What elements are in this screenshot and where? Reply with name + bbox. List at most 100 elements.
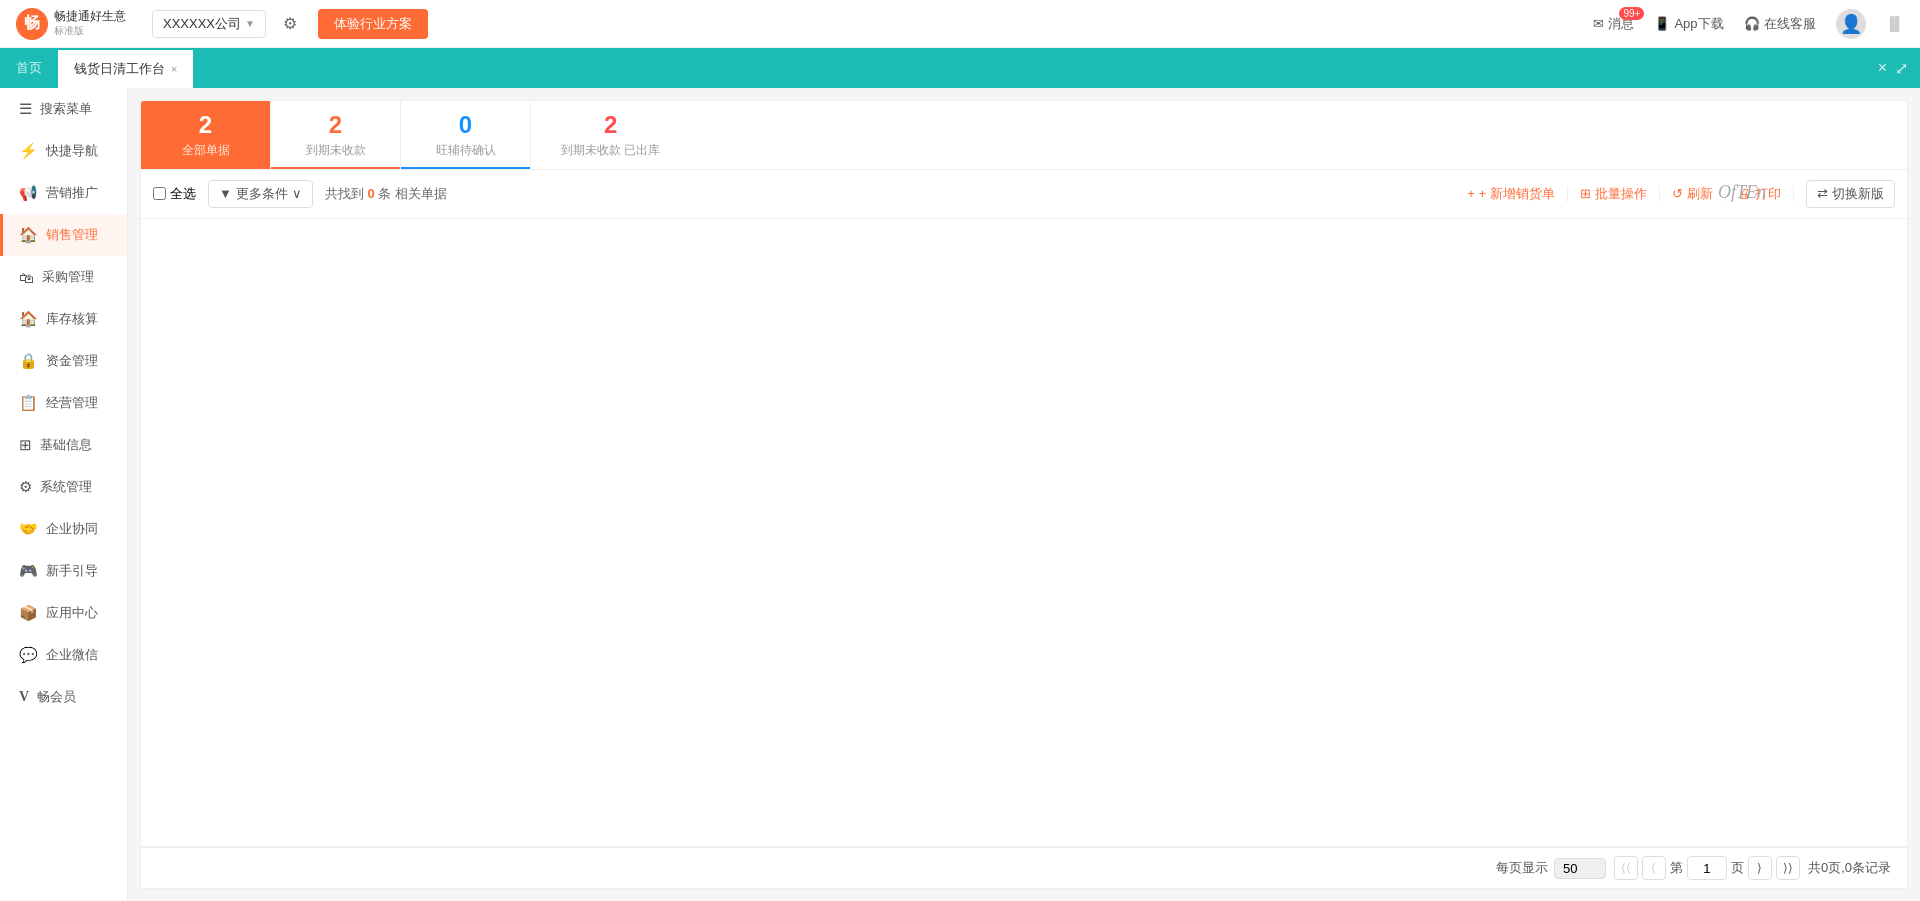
per-page-control: 每页显示 20 50 100 — [1496, 858, 1606, 879]
batch-button[interactable]: ⊞ 批量操作 — [1580, 185, 1647, 203]
found-num: 0 — [368, 186, 375, 201]
filter-label: 更多条件 — [236, 185, 288, 203]
sidebar-item-guide[interactable]: 🎮 新手引导 — [0, 550, 127, 592]
tab-home[interactable]: 首页 — [0, 48, 58, 88]
stat-tab-overdue[interactable]: 2 到期未收款 — [271, 101, 401, 169]
sidebar-item-finance[interactable]: 🔒 资金管理 — [0, 340, 127, 382]
plus-icon: + — [1467, 186, 1475, 201]
avatar[interactable]: 👤 — [1836, 9, 1866, 39]
switch-version-button[interactable]: ⇄ 切换新版 — [1806, 180, 1895, 208]
page-label: 第 — [1670, 859, 1683, 877]
batch-icon: ⊞ — [1580, 186, 1591, 201]
sidebar-label-wechat: 企业微信 — [46, 646, 98, 664]
logo-area: 畅 畅捷通好生意 标准版 — [16, 8, 144, 40]
sidebar-label-member: 畅会员 — [37, 688, 76, 706]
sidebar-item-wechat[interactable]: 💬 企业微信 — [0, 634, 127, 676]
sidebar-item-sales[interactable]: 🏠 销售管理 — [0, 214, 127, 256]
company-selector[interactable]: XXXXXX公司 ▼ — [152, 10, 266, 38]
purchase-icon: 🛍 — [19, 269, 34, 286]
search-menu-icon: ☰ — [19, 100, 32, 118]
user-name[interactable]: ▐▌ — [1886, 16, 1904, 31]
stat-num-all: 2 — [199, 111, 212, 140]
select-all-label: 全选 — [170, 185, 196, 203]
tab-qhrc[interactable]: 钱货日清工作台 × — [58, 48, 193, 88]
logo-text: 畅捷通好生意 — [54, 9, 126, 25]
select-all-input[interactable] — [153, 187, 166, 200]
page-next-btn[interactable]: ⟩ — [1748, 856, 1772, 880]
app-download-btn[interactable]: 📱 App下载 — [1654, 15, 1723, 33]
sidebar-item-app-center[interactable]: 📦 应用中心 — [0, 592, 127, 634]
found-prefix: 共找到 — [325, 186, 364, 201]
app-center-icon: 📦 — [19, 604, 38, 622]
stat-tab-wangwang[interactable]: 0 旺辅待确认 — [401, 101, 531, 169]
per-page-select[interactable]: 20 50 100 — [1554, 858, 1606, 879]
tab-actions: × ⤢ — [1878, 59, 1920, 78]
page-nav: ⟨⟨ ⟨ 第 页 ⟩ ⟩⟩ — [1614, 856, 1800, 880]
tab-maximize-icon[interactable]: ⤢ — [1895, 59, 1908, 78]
stat-underline-overdue — [271, 167, 400, 169]
sidebar-label-purchase: 采购管理 — [42, 268, 94, 286]
toolbar: 全选 ▼ 更多条件 ∨ 共找到 0 条 相关单据 + + 新增销货单 — [140, 170, 1908, 219]
basic-icon: ⊞ — [19, 436, 32, 454]
stat-tab-all[interactable]: 2 全部单据 — [141, 101, 271, 169]
sidebar-label-marketing: 营销推广 — [46, 184, 98, 202]
page-prev-btn[interactable]: ⟨ — [1642, 856, 1666, 880]
select-all-checkbox[interactable]: 全选 — [153, 185, 196, 203]
company-name: XXXXXX公司 — [163, 15, 241, 33]
qhrc-tab-label: 钱货日清工作台 — [74, 60, 165, 78]
stat-label-overdue: 到期未收款 — [306, 142, 366, 159]
batch-label: 批量操作 — [1595, 185, 1647, 203]
pagination-bar: 每页显示 20 50 100 ⟨⟨ ⟨ 第 页 ⟩ ⟩⟩ 共0页,0条记录 — [140, 847, 1908, 889]
sidebar-label-search-menu: 搜索菜单 — [40, 100, 92, 118]
main-layout: ☰ 搜索菜单 ⚡ 快捷导航 📢 营销推广 🏠 销售管理 🛍 采购管理 🏠 库存核… — [0, 88, 1920, 901]
top-right: ✉ 消息 99+ 📱 App下载 🎧 在线客服 👤 ▐▌ — [1593, 9, 1904, 39]
sidebar-label-sales: 销售管理 — [46, 226, 98, 244]
home-tab-label: 首页 — [16, 59, 42, 77]
service-btn[interactable]: 🎧 在线客服 — [1744, 15, 1816, 33]
sidebar-item-quick-nav[interactable]: ⚡ 快捷导航 — [0, 130, 127, 172]
gear-icon: ⚙ — [283, 14, 297, 33]
refresh-icon: ↺ — [1672, 186, 1683, 201]
sidebar-item-system[interactable]: ⚙ 系统管理 — [0, 466, 127, 508]
gear-button[interactable]: ⚙ — [274, 8, 306, 40]
tab-minimize-icon[interactable]: × — [1878, 59, 1887, 78]
member-icon: V — [19, 689, 29, 705]
table-area — [140, 219, 1908, 847]
page-first-btn[interactable]: ⟨⟨ — [1614, 856, 1638, 880]
tab-close-icon[interactable]: × — [171, 63, 177, 75]
page-input[interactable] — [1687, 856, 1727, 880]
sidebar-label-business: 经营管理 — [46, 394, 98, 412]
toolbar-right: + + 新增销货单 ⊞ 批量操作 ↺ 刷新 🖨 打印 — [1467, 180, 1895, 208]
sidebar-item-member[interactable]: V 畅会员 — [0, 676, 127, 718]
inventory-icon: 🏠 — [19, 310, 38, 328]
sidebar-item-search-menu[interactable]: ☰ 搜索菜单 — [0, 88, 127, 130]
sidebar-item-basic[interactable]: ⊞ 基础信息 — [0, 424, 127, 466]
service-label: 在线客服 — [1764, 15, 1816, 33]
stat-label-all: 全部单据 — [182, 142, 230, 159]
refresh-button[interactable]: ↺ 刷新 — [1672, 185, 1713, 203]
sidebar-item-cooperation[interactable]: 🤝 企业协同 — [0, 508, 127, 550]
total-text: 共0页,0条记录 — [1808, 859, 1891, 877]
add-order-button[interactable]: + + 新增销货单 — [1467, 185, 1555, 203]
page-last-btn[interactable]: ⟩⟩ — [1776, 856, 1800, 880]
add-order-label: + 新增销货单 — [1479, 185, 1555, 203]
sidebar-label-basic: 基础信息 — [40, 436, 92, 454]
stat-label-wangwang: 旺辅待确认 — [436, 142, 496, 159]
chevron-down-icon: ∨ — [292, 186, 302, 201]
stat-underline-wangwang — [401, 167, 530, 169]
sidebar-item-purchase[interactable]: 🛍 采购管理 — [0, 256, 127, 298]
filter-button[interactable]: ▼ 更多条件 ∨ — [208, 180, 313, 208]
guide-icon: 🎮 — [19, 562, 38, 580]
sidebar-item-inventory[interactable]: 🏠 库存核算 — [0, 298, 127, 340]
sidebar-label-cooperation: 企业协同 — [46, 520, 98, 538]
business-icon: 📋 — [19, 394, 38, 412]
divider-4 — [1793, 186, 1794, 202]
divider-1 — [1567, 186, 1568, 202]
sidebar-item-business[interactable]: 📋 经营管理 — [0, 382, 127, 424]
sidebar-item-marketing[interactable]: 📢 营销推广 — [0, 172, 127, 214]
stat-tab-overdue-out[interactable]: 2 到期未收款 已出库 — [531, 101, 690, 169]
print-label: 打印 — [1755, 185, 1781, 203]
trial-button[interactable]: 体验行业方案 — [318, 9, 428, 39]
message-btn[interactable]: ✉ 消息 99+ — [1593, 15, 1634, 33]
print-button[interactable]: 🖨 打印 — [1738, 185, 1781, 203]
